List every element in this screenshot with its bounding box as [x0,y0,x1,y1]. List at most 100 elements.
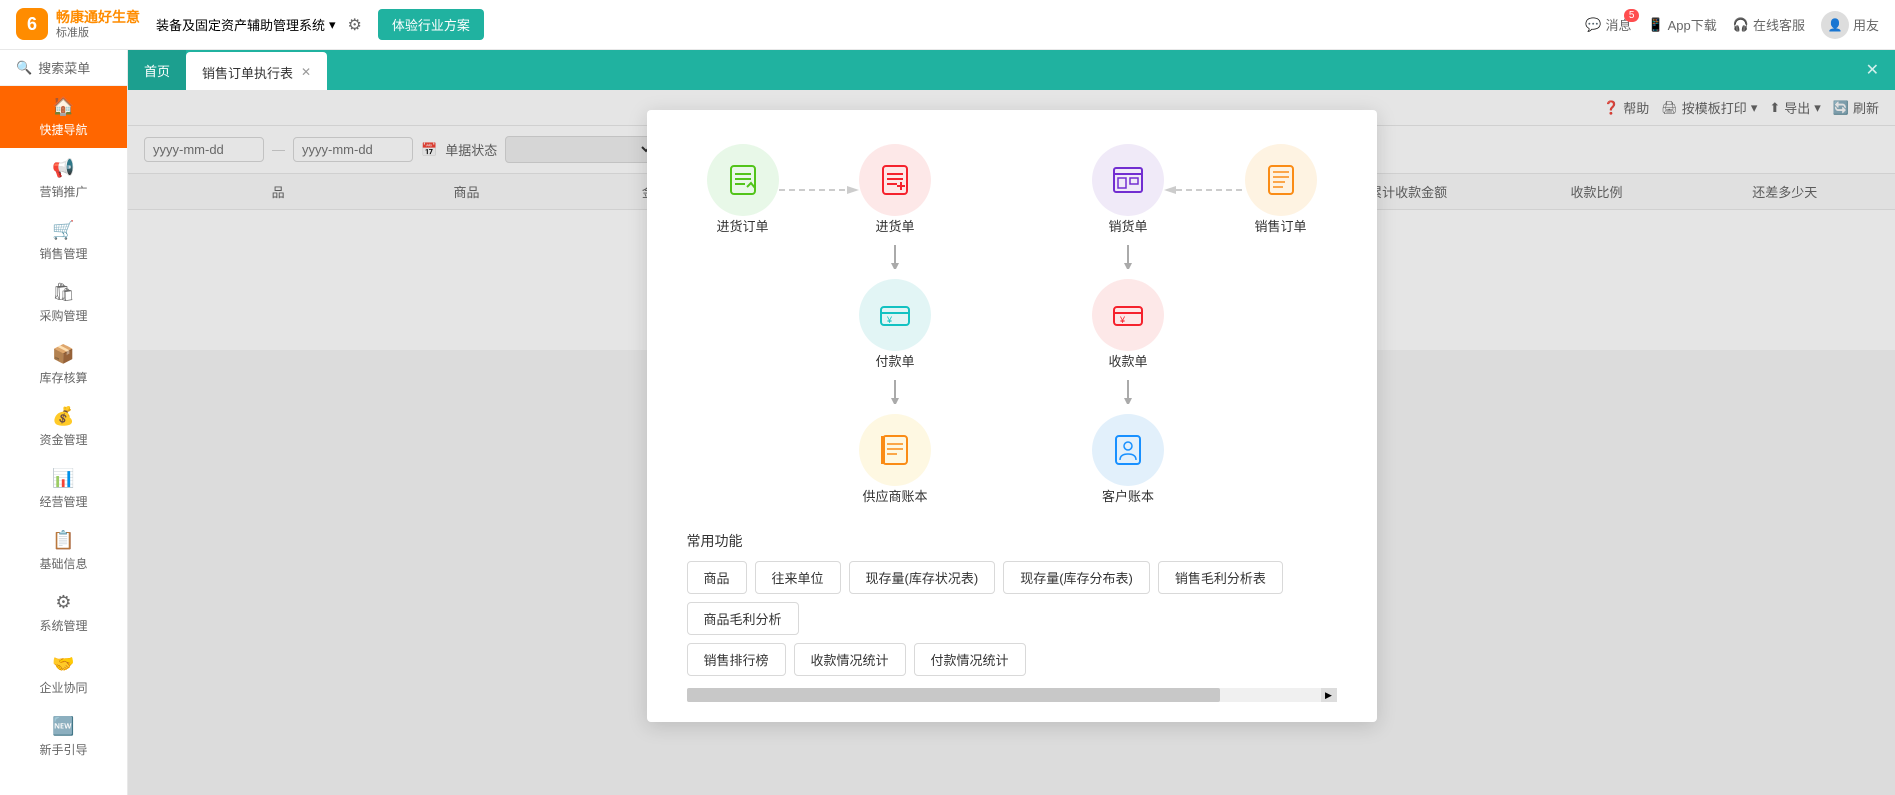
app-download-btn[interactable]: 📱 App下载 [1647,15,1716,34]
close-all-tabs-btn[interactable]: ✕ [1850,60,1895,80]
sidebar-item-label: 资金管理 [39,431,87,448]
sidebar-item-finance[interactable]: 💰 资金管理 [0,396,127,458]
cf-btn-stock-dist[interactable]: 现存量(库存分布表) [1003,561,1150,594]
cf-btn-sales-rank[interactable]: 销售排行榜 [687,643,786,676]
customer-ledger-icon [1110,432,1146,468]
purchase-icon: 🛍 [52,282,75,303]
tab-home[interactable]: 首页 [128,50,186,90]
arrow-left-svg [1164,182,1244,198]
scroll-arrow-right[interactable]: ▶ [1321,688,1337,702]
cf-btn-payment-stat[interactable]: 付款情况统计 [914,643,1026,676]
common-functions-title: 常用功能 [687,531,1337,551]
customer-ledger-label: 客户账本 [1102,486,1154,505]
receipt-bill-label: 收款单 [1108,351,1147,370]
quick-nav-icon: 🏠 [52,96,74,117]
brand-name: 畅康通好生意 [56,8,140,26]
supplier-ledger-circle [859,414,931,486]
tab-home-label: 首页 [144,61,170,80]
cf-btn-goods[interactable]: 商品 [687,561,747,594]
tab-sales-order-exec[interactable]: 销售订单执行表 ✕ [186,52,327,92]
down-arrow-svg4 [1120,380,1136,404]
settings-icon[interactable]: ⚙ [348,15,362,35]
purchase-order-circle [707,144,779,216]
receipt-bill-icon: ¥ [1110,297,1146,333]
sidebar-item-label: 快捷导航 [39,121,87,138]
user-menu-btn[interactable]: 👤 用友 [1821,11,1879,39]
scroll-handle [687,688,1220,702]
experience-btn[interactable]: 体验行业方案 [378,9,484,40]
sidebar-item-system-mgmt[interactable]: ⚙ 系统管理 [0,582,127,644]
user-name: 用友 [1853,15,1879,34]
purchase-order-label: 进货订单 [716,216,768,235]
workflow-node-customer-ledger[interactable]: 客户账本 [1092,414,1164,505]
workflow-node-receipt-bill[interactable]: ¥ 收款单 [1092,279,1164,370]
system-mgmt-icon: ⚙ [55,592,71,613]
system-name-dropdown[interactable]: 装备及固定资产辅助管理系统 ▾ [156,15,336,34]
app-logo-icon: 6 [16,8,48,40]
workflow-node-supplier-ledger[interactable]: 供应商账本 [859,414,931,505]
purchase-order-icon [725,162,761,198]
sales-order-icon [1263,162,1299,198]
down-arrow-recbill [1092,380,1164,404]
sidebar-item-quick-nav[interactable]: 🏠 快捷导航 [0,86,127,148]
sidebar-item-basic-info[interactable]: 📋 基础信息 [0,520,127,582]
basic-info-icon: 📋 [52,530,74,551]
system-name-text: 装备及固定资产辅助管理系统 [156,15,325,34]
sales-bill-circle [1092,144,1164,216]
cf-btn-goods-profit[interactable]: 商品毛利分析 [687,602,799,635]
sidebar-item-sales[interactable]: 🛒 销售管理 [0,210,127,272]
workflow-node-payment-bill[interactable]: ¥ 付款单 [859,279,931,370]
sidebar-item-enterprise[interactable]: 🤝 企业协同 [0,644,127,706]
common-functions-section: 常用功能 商品 往来单位 现存量(库存状况表) 现存量(库存分布表) 销售毛利分… [687,531,1337,676]
sidebar-item-inventory[interactable]: 📦 库存核算 [0,334,127,396]
tab-close-icon[interactable]: ✕ [301,65,311,79]
workflow-node-purchase-order[interactable]: 进货订单 [707,144,779,235]
sales-bill-label: 销货单 [1108,216,1147,235]
sidebar-nav: 🏠 快捷导航 📢 营销推广 🛒 销售管理 🛍 采购管理 📦 库存核 [0,86,127,795]
cf-btn-sales-profit[interactable]: 销售毛利分析表 [1158,561,1283,594]
app-download-label: App下载 [1668,15,1717,34]
app-wrapper: 6 畅康通好生意 标准版 装备及固定资产辅助管理系统 ▾ ⚙ 体验行业方案 💬 … [0,0,1895,795]
sidebar-search[interactable]: 🔍 搜索菜单 [0,50,127,86]
new-guide-icon: 🆕 [52,716,74,737]
cf-buttons-row2: 销售排行榜 收款情况统计 付款情况统计 [687,643,1337,676]
sales-order-label: 销售订单 [1254,216,1306,235]
workflow-node-purchase-bill[interactable]: 进货单 [859,144,931,235]
svg-text:¥: ¥ [1119,315,1126,325]
brand-version: 标准版 [56,26,140,40]
sidebar-item-label: 销售管理 [39,245,87,262]
down-arrow-pb [859,245,931,269]
sidebar-item-new-guide[interactable]: 🆕 新手引导 [0,706,127,768]
top-actions: 💬 消息 5 📱 App下载 🎧 在线客服 👤 用友 [1585,11,1879,39]
sales-order-circle [1245,144,1317,216]
supplier-ledger-label: 供应商账本 [862,486,927,505]
top-bar: 6 畅康通好生意 标准版 装备及固定资产辅助管理系统 ▾ ⚙ 体验行业方案 💬 … [0,0,1895,50]
logo-area: 6 畅康通好生意 标准版 [16,8,140,40]
workflow-diagram: 进货订单 [687,134,1337,515]
down-arrow-sb [1092,245,1164,269]
workflow-modal: 进货订单 [647,110,1377,722]
download-icon: 📱 [1647,17,1663,33]
sidebar-item-operations[interactable]: 📊 经营管理 [0,458,127,520]
sidebar-search-label: 搜索菜单 [38,58,90,77]
cf-btn-stock-status[interactable]: 现存量(库存状况表) [849,561,996,594]
online-service-btn[interactable]: 🎧 在线客服 [1733,15,1805,34]
message-btn[interactable]: 💬 消息 5 [1585,15,1631,34]
sidebar-item-purchase[interactable]: 🛍 采购管理 [0,272,127,334]
sidebar: 🔍 搜索菜单 🏠 快捷导航 📢 营销推广 🛒 销售管理 🛍 [0,50,128,795]
workflow-node-sales-order[interactable]: 销售订单 [1245,144,1317,235]
sales-icon: 🛒 [52,220,74,241]
cf-btn-receipt-stat[interactable]: 收款情况统计 [794,643,906,676]
marketing-icon: 📢 [52,158,74,179]
modal-scrollbar[interactable]: ▶ [687,688,1337,702]
workflow-node-sales-bill[interactable]: 销货单 [1092,144,1164,235]
sidebar-item-marketing[interactable]: 📢 营销推广 [0,148,127,210]
customer-ledger-circle [1092,414,1164,486]
sidebar-item-label: 采购管理 [39,307,87,324]
cf-btn-counterpart[interactable]: 往来单位 [755,561,841,594]
sidebar-item-label: 企业协同 [39,679,87,696]
operations-icon: 📊 [52,468,74,489]
sidebar-item-label: 系统管理 [39,617,87,634]
content-area: 首页 销售订单执行表 ✕ ✕ ❓ 帮助 [128,50,1895,795]
sidebar-item-label: 基础信息 [39,555,87,572]
